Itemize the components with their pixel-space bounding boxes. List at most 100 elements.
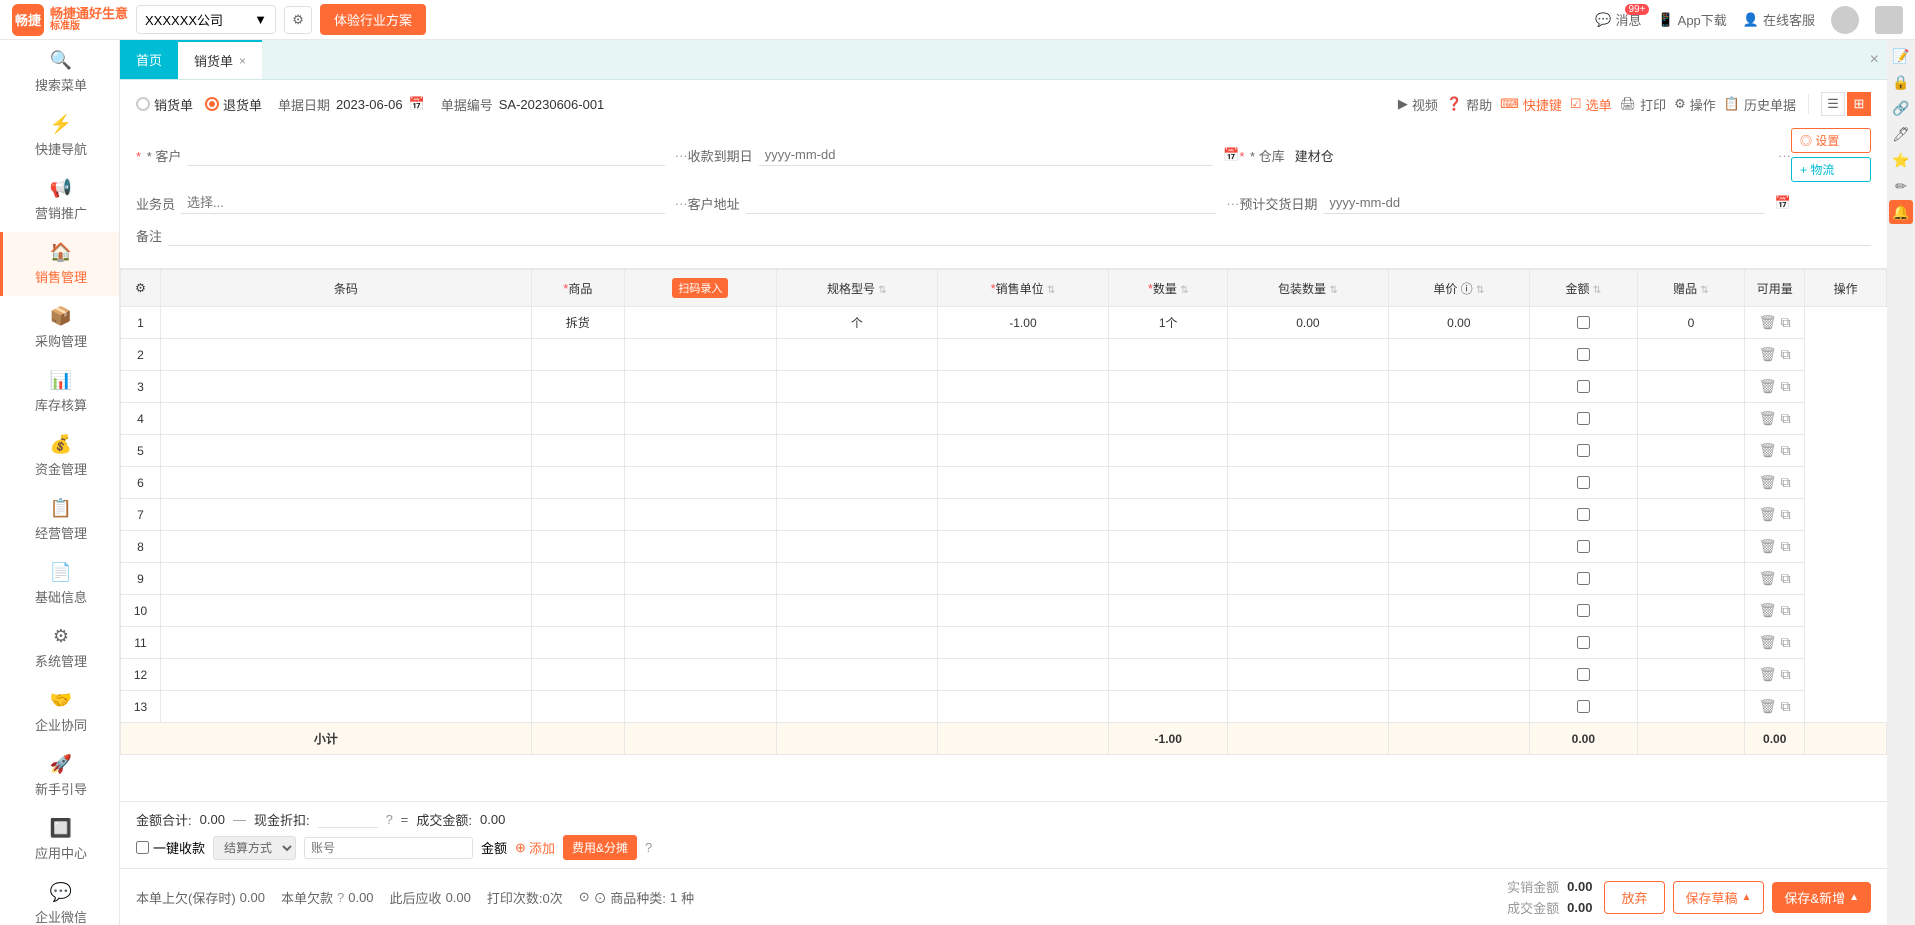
cell-product[interactable] — [531, 659, 624, 691]
barcode-input[interactable] — [167, 348, 525, 362]
cell-barcode[interactable] — [161, 595, 532, 627]
select-button[interactable]: ☑ 选单 — [1570, 95, 1612, 114]
barcode-input[interactable] — [167, 668, 525, 682]
copy-icon[interactable]: ⧉ — [1781, 602, 1791, 619]
cell-qty[interactable] — [937, 403, 1109, 435]
cell-product[interactable]: 拆货 — [531, 307, 624, 339]
cell-barcode[interactable] — [161, 563, 532, 595]
cell-product[interactable] — [531, 563, 624, 595]
cell-spec[interactable] — [624, 499, 776, 531]
cell-product[interactable] — [531, 435, 624, 467]
cell-price[interactable] — [1228, 467, 1389, 499]
gift-checkbox[interactable] — [1577, 508, 1590, 521]
copy-icon[interactable]: ⧉ — [1781, 666, 1791, 683]
tab-sales-order[interactable]: 销货单 × — [178, 40, 262, 79]
barcode-input[interactable] — [167, 540, 525, 554]
staff-input[interactable] — [181, 192, 665, 214]
cell-barcode[interactable] — [161, 467, 532, 499]
goods-type-item[interactable]: ⊙ ⊙ 商品种类: 1 种 — [579, 888, 694, 907]
copy-icon[interactable]: ⧉ — [1781, 634, 1791, 651]
cell-price[interactable] — [1228, 339, 1389, 371]
customer-input[interactable] — [187, 144, 664, 166]
service-button[interactable]: 👤 在线客服 — [1743, 10, 1815, 29]
cell-qty[interactable] — [937, 467, 1109, 499]
cell-gift[interactable] — [1530, 691, 1638, 723]
radio-return-order[interactable]: 退货单 — [205, 95, 262, 114]
expected-date-input[interactable] — [1323, 192, 1764, 214]
cell-product[interactable] — [531, 499, 624, 531]
fee-button[interactable]: 费用&分摊 — [563, 835, 637, 860]
th-settings[interactable]: ⚙ — [121, 270, 161, 307]
cell-spec[interactable] — [624, 659, 776, 691]
cell-barcode[interactable] — [161, 691, 532, 723]
copy-icon[interactable]: ⧉ — [1781, 570, 1791, 587]
sidebar-item-collab[interactable]: 🤝 企业协同 — [0, 680, 119, 744]
cell-qty[interactable] — [937, 531, 1109, 563]
cell-qty[interactable] — [937, 339, 1109, 371]
barcode-input[interactable] — [167, 604, 525, 618]
rp-icon-6[interactable]: ✏ — [1889, 174, 1913, 198]
ops-button[interactable]: ⚙ 操作 — [1674, 95, 1716, 114]
cell-gift[interactable] — [1530, 339, 1638, 371]
sidebar-item-apps[interactable]: 🔲 应用中心 — [0, 808, 119, 872]
cell-spec[interactable] — [624, 531, 776, 563]
copy-icon[interactable]: ⧉ — [1781, 538, 1791, 555]
cell-gift[interactable] — [1530, 307, 1638, 339]
th-scan[interactable]: 扫码录入 — [624, 270, 776, 307]
setup-button[interactable]: ◎ 设置 — [1791, 128, 1871, 153]
one-click-payment[interactable]: 一键收款 — [136, 838, 205, 857]
barcode-input[interactable] — [167, 412, 525, 426]
gift-checkbox[interactable] — [1577, 668, 1590, 681]
rp-icon-3[interactable]: 🔗 — [1889, 96, 1913, 120]
sidebar-item-wechat[interactable]: 💬 企业微信 — [0, 872, 119, 925]
user-menu[interactable] — [1875, 6, 1903, 34]
barcode-input[interactable] — [167, 476, 525, 490]
cell-qty[interactable] — [937, 659, 1109, 691]
message-button[interactable]: 💬 消息 99+ — [1595, 10, 1641, 29]
cell-qty[interactable] — [937, 371, 1109, 403]
cell-price[interactable] — [1228, 659, 1389, 691]
staff-dots-icon[interactable]: ··· — [675, 196, 688, 211]
copy-icon[interactable]: ⧉ — [1781, 346, 1791, 363]
barcode-input[interactable] — [167, 444, 525, 458]
cell-price[interactable] — [1228, 563, 1389, 595]
notes-input[interactable] — [168, 224, 1871, 246]
copy-icon[interactable]: ⧉ — [1781, 698, 1791, 715]
cell-barcode[interactable] — [161, 499, 532, 531]
cell-barcode[interactable] — [161, 659, 532, 691]
cell-price[interactable] — [1228, 627, 1389, 659]
gift-checkbox[interactable] — [1577, 476, 1590, 489]
cell-price[interactable]: 0.00 — [1228, 307, 1389, 339]
barcode-input[interactable] — [167, 380, 525, 394]
gift-checkbox[interactable] — [1577, 412, 1590, 425]
calendar-icon[interactable]: 📅 — [409, 96, 425, 112]
copy-icon[interactable]: ⧉ — [1781, 474, 1791, 491]
rp-icon-4[interactable]: 🖊 — [1889, 122, 1913, 146]
cell-price[interactable] — [1228, 595, 1389, 627]
gift-checkbox[interactable] — [1577, 348, 1590, 361]
delete-icon[interactable]: 🗑 — [1759, 410, 1777, 427]
sidebar-item-purchase[interactable]: 📦 采购管理 — [0, 296, 119, 360]
cell-product[interactable] — [531, 595, 624, 627]
expected-date-calendar-icon[interactable]: 📅 — [1775, 195, 1791, 211]
cell-product[interactable] — [531, 531, 624, 563]
settings-button[interactable]: ⚙ — [284, 6, 312, 34]
delete-icon[interactable]: 🗑 — [1759, 634, 1777, 651]
gift-checkbox[interactable] — [1577, 700, 1590, 713]
logistics-button[interactable]: + 物流 — [1791, 157, 1871, 182]
cell-spec[interactable] — [624, 595, 776, 627]
fee-help-icon[interactable]: ? — [645, 840, 652, 855]
grid-view-button[interactable]: ⊞ — [1847, 92, 1871, 116]
overdue-help-icon[interactable]: ? — [337, 890, 344, 905]
cell-barcode[interactable] — [161, 307, 532, 339]
tab-close-all-button[interactable]: × — [1870, 51, 1879, 69]
cell-barcode[interactable] — [161, 531, 532, 563]
cell-spec[interactable] — [624, 339, 776, 371]
cell-product[interactable] — [531, 627, 624, 659]
cell-spec[interactable] — [624, 435, 776, 467]
cell-product[interactable] — [531, 467, 624, 499]
copy-icon[interactable]: ⧉ — [1781, 378, 1791, 395]
sidebar-item-system[interactable]: ⚙ 系统管理 — [0, 616, 119, 680]
gift-checkbox[interactable] — [1577, 604, 1590, 617]
sidebar-item-sales[interactable]: 🏠 销售管理 — [0, 232, 119, 296]
